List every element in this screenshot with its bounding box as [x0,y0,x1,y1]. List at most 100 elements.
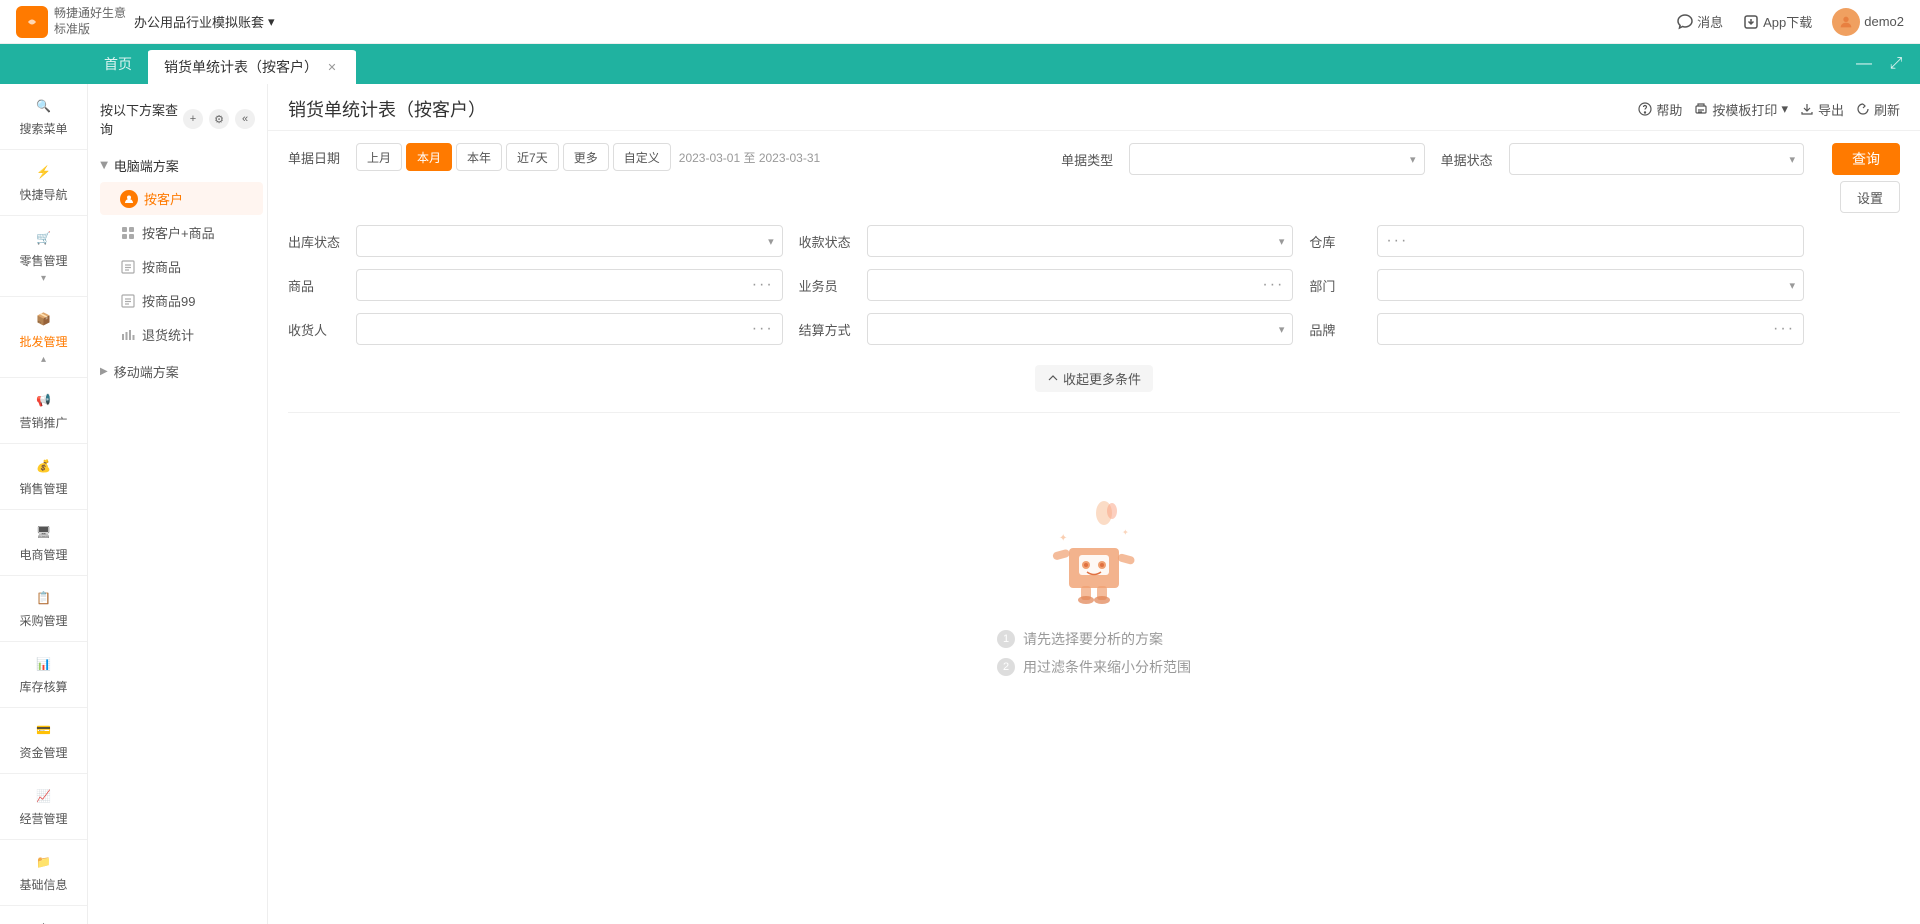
goods-filter: 商品 ··· [288,269,783,301]
sidebar-item-business[interactable]: 📈 经营管理 [0,774,87,840]
date-preset-this-year[interactable]: 本年 [456,143,502,171]
refresh-button[interactable]: 刷新 [1856,100,1900,119]
sub-sidebar: 按以下方案查询 + ⚙ « ▶ 电脑端方案 [88,84,268,924]
sidebar-item-purchase[interactable]: 📋 采购管理 [0,576,87,642]
svg-text:✦: ✦ [1122,528,1129,537]
retail-arrow: ▾ [41,273,46,284]
sales-icon: 💰 [34,456,54,476]
user-menu[interactable]: demo2 [1832,8,1904,36]
salesperson-select[interactable]: ··· [867,269,1294,301]
sidebar-item-inventory[interactable]: 📊 库存核算 [0,642,87,708]
quicknav-icon: ⚡ [34,162,54,182]
sidebar-item-marketing[interactable]: 📢 营销推广 [0,378,87,444]
date-preset-this-month[interactable]: 本月 [406,143,452,171]
order-status-select[interactable]: ▾ [1509,143,1804,175]
retail-icon: 🛒 [34,228,54,248]
minimize-button[interactable]: — [1852,52,1876,76]
sidebar-item-finance[interactable]: 💳 资金管理 [0,708,87,774]
sidebar: 🔍 搜索菜单 ⚡ 快捷导航 🛒 零售管理 ▾ 📦 批发管理 ▴ 📢 营销推广 💰… [0,84,88,924]
purchase-icon: 📋 [34,588,54,608]
mobile-scheme-group[interactable]: ▶ 移动端方案 [88,356,267,387]
action-buttons: 查询 设置 [1820,143,1900,213]
settlement-filter: 结算方式 ▾ [799,313,1294,345]
settings-button[interactable]: 设置 [1840,181,1900,213]
sidebar-item-sales[interactable]: 💰 销售管理 [0,444,87,510]
sidebar-item-ecommerce[interactable]: 🖥 电商管理 [0,510,87,576]
maximize-button[interactable]: ⤢ [1884,52,1908,76]
date-preset-last7days[interactable]: 近7天 [506,143,559,171]
empty-tips: 1 请先选择要分析的方案 2 用过滤条件来缩小分析范围 [997,629,1191,677]
logo-area: 畅捷通好生意 标准版 [16,6,126,38]
date-range-text: 2023-03-01 至 2023-03-31 [679,149,820,166]
collapse-sidebar-button[interactable]: « [235,109,255,129]
print-template-button[interactable]: 按模板打印 ▾ [1694,100,1788,119]
tab-bar-right: — ⤢ [1852,52,1920,76]
sub-sidebar-header: 按以下方案查询 + ⚙ « [88,92,267,146]
wholesale-arrow: ▴ [41,354,46,365]
scheme-item-by-customer[interactable]: 按客户 [100,182,263,215]
scheme-item-by-goods[interactable]: 按商品 [100,250,263,283]
scheme-item-return-stats[interactable]: 退货统计 [100,318,263,351]
search-icon: 🔍 [34,96,54,116]
sidebar-item-search[interactable]: 🔍 搜索菜单 [0,84,87,150]
order-type-select[interactable]: ▾ [1129,143,1424,175]
tab-bar: 首页 销货单统计表（按客户） ✕ — ⤢ [0,44,1920,84]
brand-select[interactable]: ··· [1377,313,1804,345]
tab-home[interactable]: 首页 [88,44,148,84]
receiver-select[interactable]: ··· [356,313,783,345]
date-preset-custom[interactable]: 自定义 [613,143,671,171]
collapse-more-button[interactable]: 收起更多条件 [1035,365,1153,392]
mobile-group-arrow: ▶ [100,366,108,377]
collapse-more-area: 收起更多条件 [288,357,1900,400]
settlement-select[interactable]: ▾ [867,313,1294,345]
order-status-arrow: ▾ [1789,153,1795,166]
marketing-icon: 📢 [34,390,54,410]
avatar [1832,8,1860,36]
receipt-status-select[interactable]: ▾ [867,225,1294,257]
desktop-group-header[interactable]: ▶ 电脑端方案 [88,150,267,181]
scheme-item-by-customer-goods[interactable]: 按客户+商品 [100,216,263,249]
add-scheme-button[interactable]: + [183,109,203,129]
export-button[interactable]: 导出 [1800,100,1844,119]
out-status-select[interactable]: ▾ [356,225,783,257]
order-status-filter: 单据状态 ▾ [1441,143,1804,175]
breadcrumb-select[interactable]: 办公用品行业模拟账套 ▾ [134,12,275,31]
main-layout: 🔍 搜索菜单 ⚡ 快捷导航 🛒 零售管理 ▾ 📦 批发管理 ▴ 📢 营销推广 💰… [0,84,1920,924]
filter-row-2: 出库状态 ▾ 收款状态 ▾ 仓库 [288,225,1900,257]
date-preset-last-month[interactable]: 上月 [356,143,402,171]
app-download-button[interactable]: App下载 [1743,12,1812,31]
help-button[interactable]: 帮助 [1638,100,1682,119]
top-header: 畅捷通好生意 标准版 办公用品行业模拟账套 ▾ 消息 App下载 [0,0,1920,44]
sidebar-item-retail[interactable]: 🛒 零售管理 ▾ [0,216,87,297]
query-button[interactable]: 查询 [1832,143,1900,175]
out-status-arrow: ▾ [768,235,774,248]
logo-text: 畅捷通好生意 标准版 [54,6,126,37]
settings-scheme-button[interactable]: ⚙ [209,109,229,129]
sidebar-item-basic[interactable]: 📁 基础信息 [0,840,87,906]
department-select[interactable]: ▾ [1377,269,1804,301]
sidebar-item-wholesale[interactable]: 📦 批发管理 ▴ [0,297,87,378]
desktop-scheme-items: 按客户 按客户+商品 [88,182,267,351]
basic-icon: 📁 [34,852,54,872]
title-actions: 帮助 按模板打印 ▾ [1638,100,1900,119]
date-preset-more[interactable]: 更多 [563,143,609,171]
page-title-bar: 销货单统计表（按客户） 帮助 [268,84,1920,131]
system-icon: ⚙ [34,918,54,924]
order-type-filter: 单据类型 ▾ [1061,143,1424,175]
messages-button[interactable]: 消息 [1677,12,1723,31]
filter-row-4: 收货人 ··· 结算方式 ▾ 品牌 [288,313,1900,345]
finance-icon: 💳 [34,720,54,740]
department-arrow: ▾ [1789,279,1795,292]
header-right: 消息 App下载 demo2 [1677,8,1904,36]
logo-icon [16,6,48,38]
sidebar-item-quicknav[interactable]: ⚡ 快捷导航 [0,150,87,216]
tab-sales-stat[interactable]: 销货单统计表（按客户） ✕ [148,48,356,84]
inventory-icon: 📊 [34,654,54,674]
sidebar-item-system[interactable]: ⚙ 系统管理 [0,906,87,924]
warehouse-select[interactable]: ··· [1377,225,1804,257]
department-filter: 部门 ▾ [1309,269,1804,301]
goods-select[interactable]: ··· [356,269,783,301]
tab-close-button[interactable]: ✕ [324,59,340,75]
empty-state: ✦ ✦ 1 请先选择要分析的方案 2 用过滤条件来缩小分析范围 [268,413,1920,757]
scheme-item-by-goods99[interactable]: 按商品99 [100,284,263,317]
